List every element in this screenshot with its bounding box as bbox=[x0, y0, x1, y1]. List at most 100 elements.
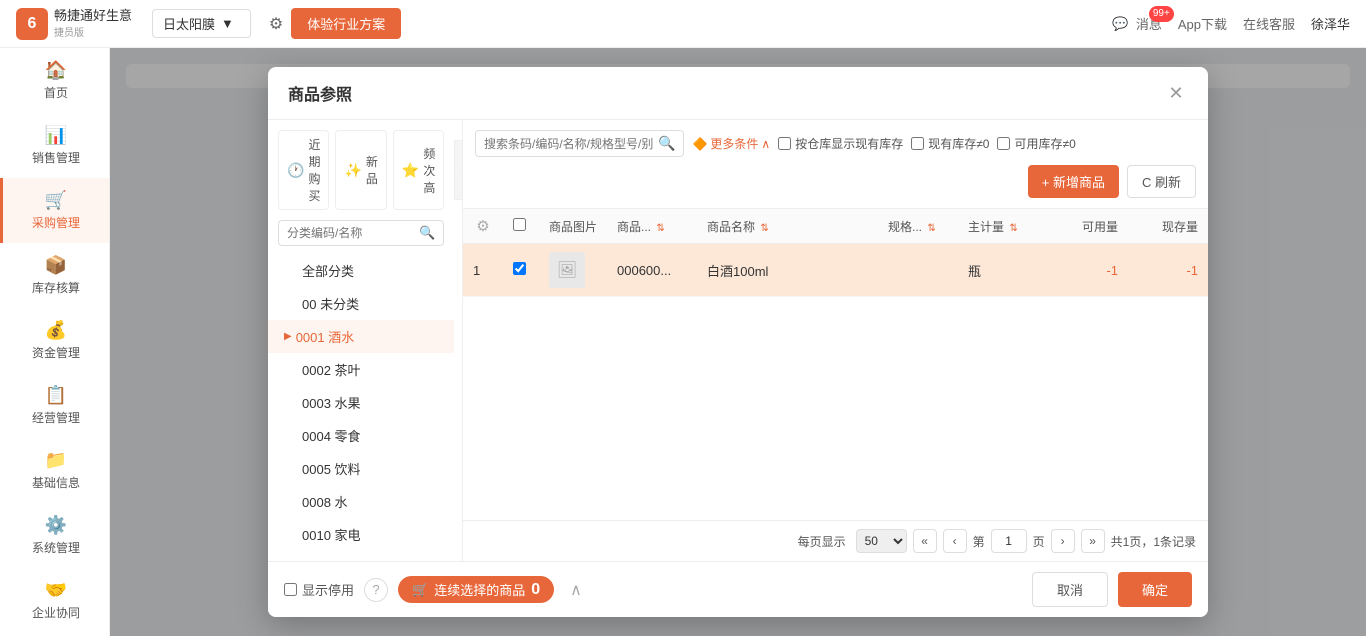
table-settings-icon[interactable]: ⚙ bbox=[476, 218, 489, 235]
category-list: 全部分类 00 未分类▶0001 酒水0002 茶叶0003 水果 0004 零食 0… bbox=[268, 254, 454, 551]
topnav-right: 💬 99+ 消息 App下载 在线客服 徐泽华 bbox=[1112, 14, 1350, 33]
checkbox-warehouse-label: 按仓库显示现有库存 bbox=[795, 135, 903, 152]
app-download[interactable]: App下载 bbox=[1178, 14, 1227, 33]
category-search[interactable]: 🔍 bbox=[278, 220, 444, 246]
select-all-checkbox[interactable] bbox=[513, 218, 526, 231]
col-name-header: 商品名称 ⇅ bbox=[697, 209, 878, 244]
category-item-7[interactable]: 0008 水 bbox=[268, 485, 454, 518]
modal-close-button[interactable]: ✕ bbox=[1164, 81, 1188, 105]
sidebar-item-6[interactable]: 📁基础信息 bbox=[0, 438, 109, 503]
logo-sub: 捷员版 bbox=[54, 24, 132, 39]
category-search-input[interactable] bbox=[287, 226, 415, 240]
checkbox-avail-ne0-input[interactable] bbox=[997, 137, 1010, 150]
left-panel-collapse-btn[interactable]: 《 bbox=[454, 140, 463, 200]
new-items-btn[interactable]: ✨ 新品 bbox=[335, 130, 386, 210]
category-item-3[interactable]: 0002 茶叶 bbox=[268, 353, 454, 386]
sidebar-label-3: 库存核算 bbox=[32, 279, 80, 296]
logo-text: 畅捷通好生意 bbox=[54, 8, 132, 25]
checkbox-avail-ne0[interactable]: 可用库存≠0 bbox=[997, 135, 1075, 152]
checkbox-stock-ne0-input[interactable] bbox=[911, 137, 924, 150]
checkbox-stock-ne0[interactable]: 现有库存≠0 bbox=[911, 135, 989, 152]
sidebar-label-1: 销售管理 bbox=[32, 149, 80, 166]
toolbar: 🔍 🔶 更多条件 ∧ 按仓库显示现有库存 bbox=[463, 120, 1208, 209]
sidebar-icon-0: 🏠 bbox=[45, 60, 67, 81]
row-checkbox-0[interactable] bbox=[513, 262, 526, 275]
logo-icon: 6 bbox=[16, 8, 48, 40]
sidebar-item-3[interactable]: 📦 库存核算 bbox=[0, 243, 109, 308]
cat-label-8: 0010 家电 bbox=[302, 525, 361, 544]
cell-unit-0: 瓶 bbox=[958, 244, 1038, 297]
table-body: 1 🖼 000600... 白酒100ml 瓶 -1 -1 bbox=[463, 244, 1208, 297]
per-page-select[interactable]: 50 10 20 100 bbox=[856, 529, 907, 553]
sidebar-icon-2: 🛒 bbox=[45, 190, 67, 211]
sort-icon-name: ⇅ bbox=[760, 223, 768, 234]
new-items-label: 新品 bbox=[366, 153, 378, 187]
collapse-footer-icon[interactable]: ∧ bbox=[570, 580, 582, 600]
sidebar-item-5[interactable]: 📋经营管理 bbox=[0, 373, 109, 438]
col-spec-header: 规格... ⇅ bbox=[878, 209, 958, 244]
checkbox-stock-ne0-label: 现有库存≠0 bbox=[928, 135, 989, 152]
checkbox-warehouse-input[interactable] bbox=[778, 137, 791, 150]
sort-icon-code: ⇅ bbox=[656, 223, 664, 234]
cart-area[interactable]: 🛒 连续选择的商品 0 bbox=[398, 576, 554, 603]
prev-page-button[interactable]: ‹ bbox=[943, 529, 967, 553]
add-product-button[interactable]: + 新增商品 bbox=[1028, 165, 1119, 198]
category-item-2[interactable]: ▶0001 酒水 bbox=[268, 320, 454, 353]
category-item-4[interactable]: 0003 水果 bbox=[268, 386, 454, 419]
search-input[interactable] bbox=[484, 137, 654, 151]
online-service[interactable]: 在线客服 bbox=[1243, 14, 1295, 33]
cat-label-0: 全部分类 bbox=[302, 261, 354, 280]
sidebar-item-4[interactable]: 💰资金管理 bbox=[0, 308, 109, 373]
display-disabled-input[interactable] bbox=[284, 583, 297, 596]
refresh-button[interactable]: C 刷新 bbox=[1127, 165, 1196, 198]
gear-icon[interactable]: ⚙ bbox=[269, 14, 283, 34]
sidebar-icon-4: 💰 bbox=[45, 320, 67, 341]
star-icon: ⭐ bbox=[402, 162, 419, 179]
category-item-5[interactable]: 0004 零食 bbox=[268, 419, 454, 452]
total-records-label: 共1页，1条记录 bbox=[1111, 533, 1196, 550]
cart-label: 连续选择的商品 bbox=[434, 580, 525, 599]
sidebar-label-7: 系统管理 bbox=[32, 539, 80, 556]
category-item-8[interactable]: 0010 家电 bbox=[268, 518, 454, 551]
display-disabled-checkbox[interactable]: 显示停用 bbox=[284, 580, 354, 599]
nav-selector[interactable]: 日太阳膜 ▼ bbox=[152, 9, 251, 38]
sidebar-label-2: 采购管理 bbox=[32, 214, 80, 231]
left-panel-buttons: 🕐 近期购买 ✨ 新品 ⭐ 频次高 bbox=[268, 130, 454, 220]
sidebar-item-1[interactable]: 📊销售管理 bbox=[0, 113, 109, 178]
filter-button[interactable]: 🔶 更多条件 ∧ bbox=[692, 135, 770, 152]
confirm-button[interactable]: 确定 bbox=[1118, 572, 1192, 607]
freq-high-btn[interactable]: ⭐ 频次高 bbox=[393, 130, 444, 210]
display-disabled-label: 显示停用 bbox=[302, 580, 354, 599]
category-item-0[interactable]: 全部分类 bbox=[268, 254, 454, 287]
cell-cb-0[interactable] bbox=[503, 244, 539, 297]
modal-header: 商品参照 ✕ bbox=[268, 67, 1208, 120]
first-page-button[interactable]: « bbox=[913, 529, 937, 553]
table-row[interactable]: 1 🖼 000600... 白酒100ml 瓶 -1 -1 bbox=[463, 244, 1208, 297]
sidebar-icon-3: 📦 bbox=[45, 255, 67, 276]
sidebar-item-7[interactable]: ⚙️系统管理 bbox=[0, 503, 109, 568]
help-icon[interactable]: ? bbox=[364, 578, 388, 602]
cat-label-5: 0004 零食 bbox=[302, 426, 361, 445]
messages-area[interactable]: 💬 99+ 消息 bbox=[1112, 14, 1161, 33]
search-icon[interactable]: 🔍 bbox=[658, 135, 675, 152]
sidebar-item-2[interactable]: 🛒 采购管理 bbox=[0, 178, 109, 243]
checkbox-warehouse[interactable]: 按仓库显示现有库存 bbox=[778, 135, 903, 152]
experience-button[interactable]: 体验行业方案 bbox=[291, 8, 401, 39]
cat-arrow-icon: ▶ bbox=[284, 331, 292, 342]
next-page-button[interactable]: › bbox=[1051, 529, 1075, 553]
toolbar-right: + 新增商品 C 刷新 bbox=[1028, 165, 1196, 198]
sidebar-item-0[interactable]: 🏠首页 bbox=[0, 48, 109, 113]
cancel-button[interactable]: 取消 bbox=[1032, 572, 1108, 607]
category-item-1[interactable]: 00 未分类 bbox=[268, 287, 454, 320]
recent-buy-btn[interactable]: 🕐 近期购买 bbox=[278, 130, 329, 210]
category-search-icon[interactable]: 🔍 bbox=[419, 225, 435, 241]
last-page-button[interactable]: » bbox=[1081, 529, 1105, 553]
page-number-input[interactable] bbox=[991, 529, 1027, 553]
category-item-6[interactable]: 0005 饮料 bbox=[268, 452, 454, 485]
new-icon: ✨ bbox=[344, 162, 361, 179]
nav-selector-text: 日太阳膜 bbox=[163, 14, 215, 33]
product-table: ⚙ 商品图片 商品... ⇅ 商品名称 ⇅ 规格... ⇅ bbox=[463, 209, 1208, 297]
col-settings: ⚙ bbox=[463, 209, 503, 244]
user-name[interactable]: 徐泽华 bbox=[1311, 14, 1350, 33]
sidebar-item-8[interactable]: 🤝企业协同 bbox=[0, 568, 109, 633]
